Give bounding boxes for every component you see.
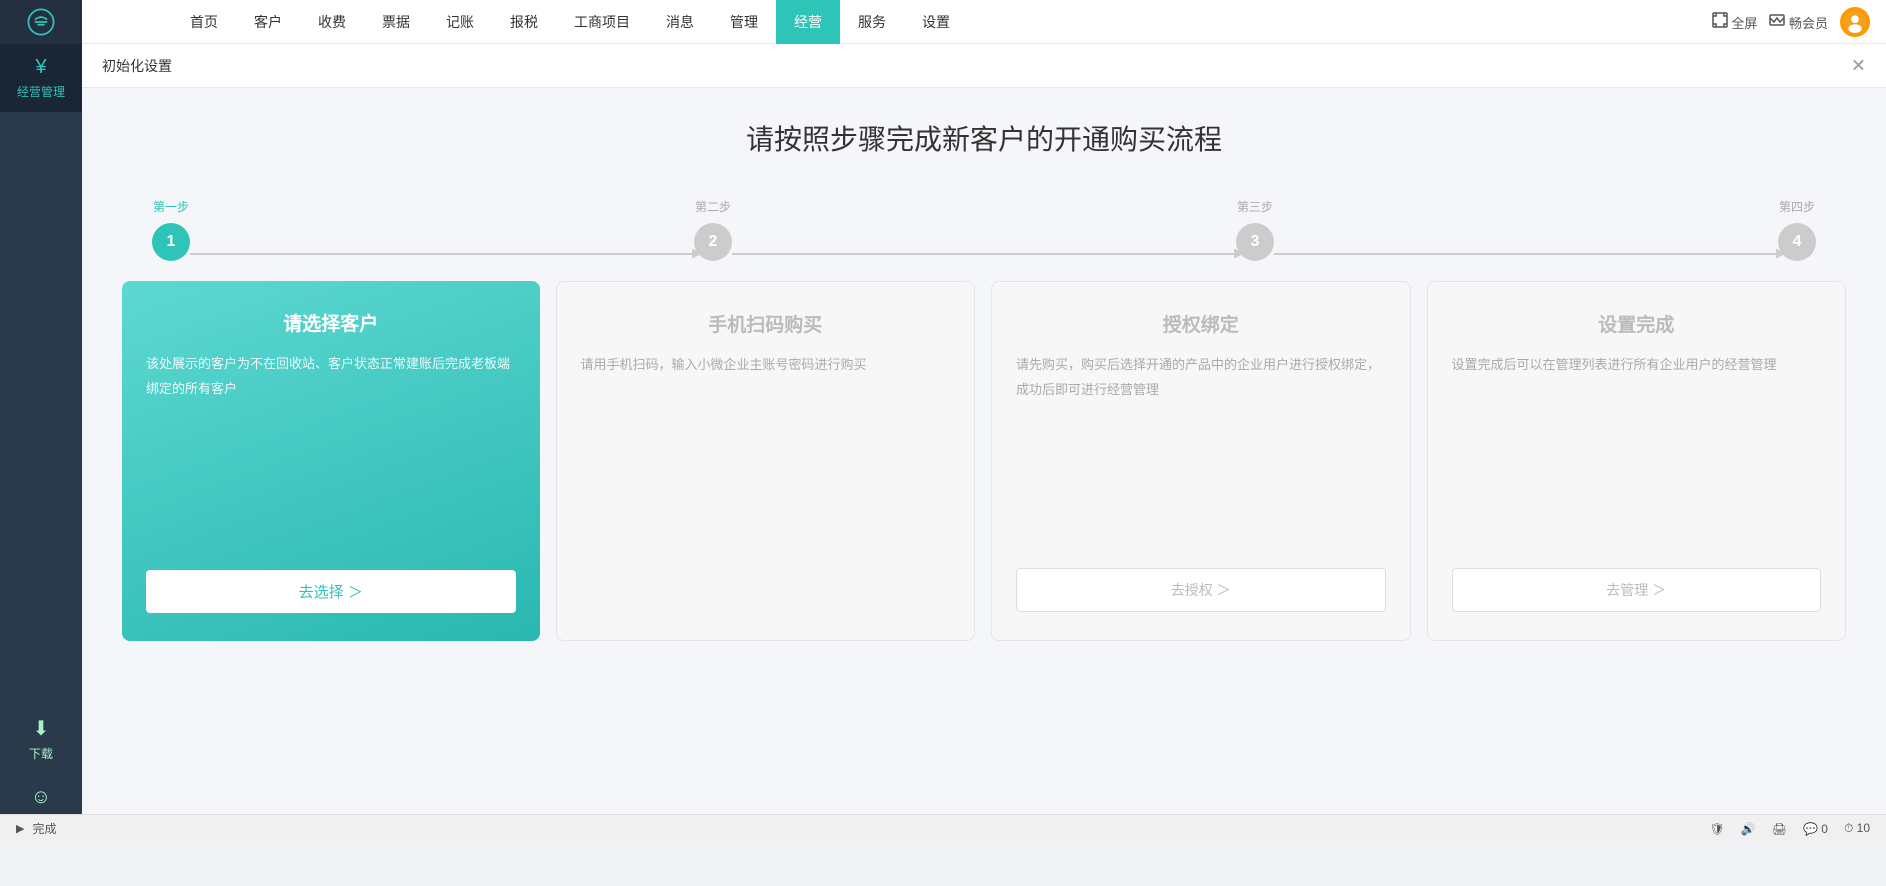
nav-messages[interactable]: 消息 [648, 0, 712, 44]
go-auth-button[interactable]: 去授权 ＞ [1016, 568, 1386, 612]
card-1-btn-area: 去选择 ＞ [122, 550, 540, 641]
timer-icon: ⏱ 10 [1844, 821, 1870, 836]
card-3-desc: 请先购买，购买后选择开通的产品中的企业用户进行授权绑定，成功后即可进行经营管理 [1016, 353, 1386, 402]
nav-client[interactable]: 客户 [236, 0, 300, 44]
card-4-desc: 设置完成后可以在管理列表进行所有企业用户的经营管理 [1452, 353, 1822, 378]
step-1-circle: 1 [152, 223, 190, 261]
fullscreen-btn[interactable]: 全屏 [1712, 12, 1758, 32]
card-2-desc-area: 请用手机扫码，输入小微企业主账号密码进行购买 [557, 353, 975, 592]
sidebar-logo [0, 0, 82, 44]
statusbar: ▶ 完成 🛡 🔊 🖨 💬 0 ⏱ 10 [0, 814, 1886, 842]
step-1-label: 第一步 [153, 198, 189, 215]
download-icon: ⬇ [33, 716, 50, 741]
topbar-right: 全屏 畅会员 [1712, 7, 1886, 37]
card-4-btn-area: 去管理 ＞ [1428, 548, 1846, 640]
card-select-client: 请选择客户 该处展示的客户为不在回收站、客户状态正常建账后完成老板端绑定的所有客… [122, 281, 540, 641]
status-text: 完成 [32, 820, 56, 837]
sidebar-item-management[interactable]: ¥ 经营管理 [0, 44, 82, 112]
steps-indicator: 第一步 1 ▶ 第二步 2 ▶ 第三步 3 ▶ [122, 198, 1846, 261]
step-3-label: 第三步 [1237, 198, 1273, 215]
connector-3-4: ▶ [1274, 253, 1778, 255]
nav-home[interactable]: 首页 [172, 0, 236, 44]
card-2-header: 手机扫码购买 [557, 282, 975, 353]
step-2-label: 第二步 [695, 198, 731, 215]
card-4-desc-area: 设置完成后可以在管理列表进行所有企业用户的经营管理 [1428, 353, 1846, 548]
card-setup-complete: 设置完成 设置完成后可以在管理列表进行所有企业用户的经营管理 去管理 ＞ [1427, 281, 1847, 641]
panel-header: 初始化设置 ✕ [82, 44, 1886, 88]
go-select-button[interactable]: 去选择 ＞ [146, 570, 516, 613]
connector-2-3: ▶ [732, 253, 1236, 255]
nav-business[interactable]: 工商项目 [556, 0, 648, 44]
sidebar-item-label-download: 下载 [29, 745, 53, 762]
card-scan-qr: 手机扫码购买 请用手机扫码，输入小微企业主账号密码进行购买 [556, 281, 976, 641]
page-main-title: 请按照步骤完成新客户的开通购买流程 [122, 118, 1846, 158]
shield-icon: 🛡 [1710, 822, 1725, 836]
go-manage-button[interactable]: 去管理 ＞ [1452, 568, 1822, 612]
nav-tax[interactable]: 报税 [492, 0, 556, 44]
vip-btn[interactable]: 畅会员 [1769, 12, 1828, 32]
topbar: 首页 客户 收费 票据 记账 报税 工商项目 消息 管理 经营 服务 设置 全屏… [82, 0, 1886, 44]
nav-menu: 首页 客户 收费 票据 记账 报税 工商项目 消息 管理 经营 服务 设置 [172, 0, 1712, 44]
print-icon: 🖨 [1772, 822, 1787, 836]
nav-bills[interactable]: 票据 [364, 0, 428, 44]
card-1-title: 请选择客户 [146, 299, 516, 352]
card-auth-bind: 授权绑定 请先购买，购买后选择开通的产品中的企业用户进行授权绑定，成功后即可进行… [991, 281, 1411, 641]
card-4-title: 设置完成 [1452, 300, 1822, 353]
nav-service[interactable]: 服务 [840, 0, 904, 44]
card-2-title: 手机扫码购买 [581, 300, 951, 353]
user-avatar[interactable] [1840, 7, 1870, 37]
app-logo-icon [27, 8, 55, 36]
play-icon: ▶ [16, 822, 24, 835]
nav-operation[interactable]: 经营 [776, 0, 840, 44]
support-icon: ☺ [31, 786, 51, 809]
main-content: 请按照步骤完成新客户的开通购买流程 第一步 1 ▶ 第二步 2 ▶ [82, 88, 1886, 842]
yuan-icon: ¥ [35, 56, 46, 79]
sidebar-item-download[interactable]: ⬇ 下载 [0, 704, 82, 774]
avatar-icon [1844, 11, 1866, 33]
nav-fees[interactable]: 收费 [300, 0, 364, 44]
message-count: 💬 0 [1803, 822, 1828, 836]
card-3-btn-area: 去授权 ＞ [992, 548, 1410, 640]
card-2-btn-area [557, 592, 975, 640]
step-4-label: 第四步 [1779, 198, 1815, 215]
card-3-title: 授权绑定 [1016, 300, 1386, 353]
sidebar-item-label: 经营管理 [17, 83, 65, 100]
card-4-header: 设置完成 [1428, 282, 1846, 353]
panel-close-button[interactable]: ✕ [1851, 55, 1866, 76]
volume-icon: 🔊 [1741, 822, 1756, 836]
card-3-header: 授权绑定 [992, 282, 1410, 353]
panel-title: 初始化设置 [102, 56, 172, 76]
step-1-col: 第一步 1 [152, 198, 190, 261]
statusbar-right: 🛡 🔊 🖨 💬 0 ⏱ 10 [1710, 821, 1870, 836]
nav-manage[interactable]: 管理 [712, 0, 776, 44]
card-2-desc: 请用手机扫码，输入小微企业主账号密码进行购买 [581, 353, 951, 378]
card-1-desc-area: 该处展示的客户为不在回收站、客户状态正常建账后完成老板端绑定的所有客户 [122, 352, 540, 550]
connector-1-2: ▶ [190, 253, 694, 255]
nav-bookkeeping[interactable]: 记账 [428, 0, 492, 44]
card-3-desc-area: 请先购买，购买后选择开通的产品中的企业用户进行授权绑定，成功后即可进行经营管理 [992, 353, 1410, 548]
cards-row: 请选择客户 该处展示的客户为不在回收站、客户状态正常建账后完成老板端绑定的所有客… [122, 281, 1846, 641]
card-1-header: 请选择客户 [122, 281, 540, 352]
card-1-desc: 该处展示的客户为不在回收站、客户状态正常建账后完成老板端绑定的所有客户 [146, 352, 516, 401]
nav-settings[interactable]: 设置 [904, 0, 968, 44]
sidebar: ¥ 经营管理 ⬇ 下载 ☺ 客服 [0, 0, 82, 842]
